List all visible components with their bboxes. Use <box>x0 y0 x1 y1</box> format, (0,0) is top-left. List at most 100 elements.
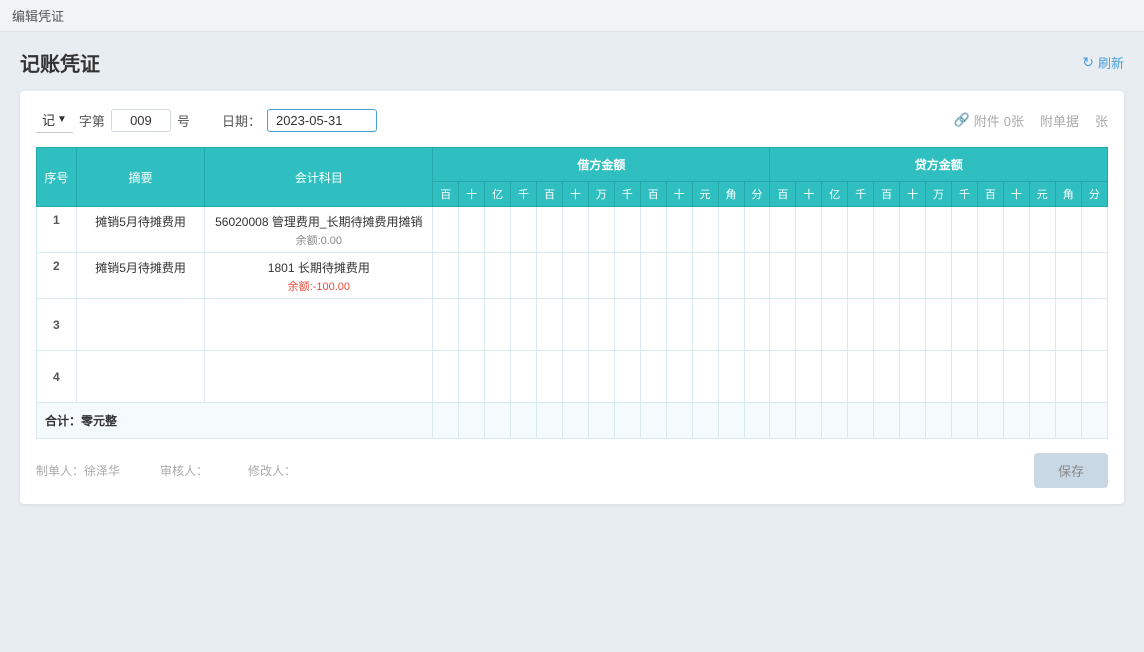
credit-d10-r1[interactable] <box>1003 207 1029 253</box>
credit-d1-r3[interactable] <box>770 299 796 351</box>
credit-d13-r4[interactable] <box>1081 351 1107 403</box>
debit-d3-r2[interactable] <box>485 253 511 299</box>
credit-d8-r3[interactable] <box>952 299 978 351</box>
debit-d7-r2[interactable] <box>588 253 614 299</box>
credit-d5-r1[interactable] <box>874 207 900 253</box>
debit-d10-r1[interactable] <box>666 207 692 253</box>
debit-d2-r1[interactable] <box>459 207 485 253</box>
credit-d8-r1[interactable] <box>952 207 978 253</box>
attach-dan-label[interactable]: 附单据 <box>1040 111 1079 130</box>
credit-d9-r2[interactable] <box>977 253 1003 299</box>
debit-d12-r4[interactable] <box>718 351 744 403</box>
row-summary-3[interactable] <box>76 299 205 351</box>
debit-d4-r4[interactable] <box>511 351 537 403</box>
credit-d7-r3[interactable] <box>926 299 952 351</box>
debit-d6-r3[interactable] <box>562 299 588 351</box>
debit-d2-r3[interactable] <box>459 299 485 351</box>
debit-d11-r2[interactable] <box>692 253 718 299</box>
credit-d7-r4[interactable] <box>926 351 952 403</box>
credit-d3-r2[interactable] <box>822 253 848 299</box>
credit-d7-r2[interactable] <box>926 253 952 299</box>
debit-d1-r4[interactable] <box>433 351 459 403</box>
debit-d7-r1[interactable] <box>588 207 614 253</box>
credit-d9-r3[interactable] <box>977 299 1003 351</box>
credit-d4-r3[interactable] <box>848 299 874 351</box>
debit-d4-r2[interactable] <box>511 253 537 299</box>
refresh-button[interactable]: ↻ 刷新 <box>1082 53 1124 72</box>
debit-d13-r4[interactable] <box>744 351 770 403</box>
credit-d8-r4[interactable] <box>952 351 978 403</box>
debit-d8-r3[interactable] <box>614 299 640 351</box>
row-summary-2[interactable]: 摊销5月待摊费用 <box>76 253 205 299</box>
debit-d2-r2[interactable] <box>459 253 485 299</box>
row-account-3[interactable] <box>205 299 433 351</box>
credit-d12-r2[interactable] <box>1055 253 1081 299</box>
credit-d13-r2[interactable] <box>1081 253 1107 299</box>
credit-d1-r1[interactable] <box>770 207 796 253</box>
debit-d1-r2[interactable] <box>433 253 459 299</box>
debit-d11-r1[interactable] <box>692 207 718 253</box>
credit-d6-r2[interactable] <box>900 253 926 299</box>
debit-d7-r3[interactable] <box>588 299 614 351</box>
debit-d3-r1[interactable] <box>485 207 511 253</box>
row-summary-4[interactable] <box>76 351 205 403</box>
credit-d12-r4[interactable] <box>1055 351 1081 403</box>
credit-d10-r3[interactable] <box>1003 299 1029 351</box>
debit-d12-r2[interactable] <box>718 253 744 299</box>
save-button[interactable]: 保存 <box>1034 453 1108 488</box>
debit-d9-r2[interactable] <box>640 253 666 299</box>
credit-d4-r2[interactable] <box>848 253 874 299</box>
credit-d3-r3[interactable] <box>822 299 848 351</box>
debit-d4-r3[interactable] <box>511 299 537 351</box>
voucher-number-input[interactable] <box>111 109 171 132</box>
debit-d11-r3[interactable] <box>692 299 718 351</box>
credit-d11-r4[interactable] <box>1029 351 1055 403</box>
credit-d5-r3[interactable] <box>874 299 900 351</box>
date-input[interactable] <box>267 109 377 132</box>
debit-d3-r4[interactable] <box>485 351 511 403</box>
credit-d3-r4[interactable] <box>822 351 848 403</box>
credit-d6-r4[interactable] <box>900 351 926 403</box>
debit-d13-r1[interactable] <box>744 207 770 253</box>
debit-d6-r4[interactable] <box>562 351 588 403</box>
credit-d2-r3[interactable] <box>796 299 822 351</box>
row-account-4[interactable] <box>205 351 433 403</box>
debit-d6-r1[interactable] <box>562 207 588 253</box>
credit-d12-r1[interactable] <box>1055 207 1081 253</box>
debit-d5-r1[interactable] <box>537 207 563 253</box>
credit-d6-r3[interactable] <box>900 299 926 351</box>
debit-d8-r1[interactable] <box>614 207 640 253</box>
debit-d6-r2[interactable] <box>562 253 588 299</box>
credit-d6-r1[interactable] <box>900 207 926 253</box>
debit-d9-r4[interactable] <box>640 351 666 403</box>
debit-d8-r4[interactable] <box>614 351 640 403</box>
credit-d9-r1[interactable] <box>977 207 1003 253</box>
debit-d12-r1[interactable] <box>718 207 744 253</box>
debit-d9-r3[interactable] <box>640 299 666 351</box>
credit-d13-r3[interactable] <box>1081 299 1107 351</box>
credit-d12-r3[interactable] <box>1055 299 1081 351</box>
credit-d13-r1[interactable] <box>1081 207 1107 253</box>
debit-d9-r1[interactable] <box>640 207 666 253</box>
debit-d3-r3[interactable] <box>485 299 511 351</box>
debit-d13-r3[interactable] <box>744 299 770 351</box>
debit-d12-r3[interactable] <box>718 299 744 351</box>
credit-d2-r4[interactable] <box>796 351 822 403</box>
debit-d10-r2[interactable] <box>666 253 692 299</box>
credit-d4-r1[interactable] <box>848 207 874 253</box>
debit-d7-r4[interactable] <box>588 351 614 403</box>
credit-d8-r2[interactable] <box>952 253 978 299</box>
row-account-2[interactable]: 1801 长期待摊费用 余额:-100.00 <box>205 253 433 299</box>
debit-d2-r4[interactable] <box>459 351 485 403</box>
credit-d3-r1[interactable] <box>822 207 848 253</box>
credit-d1-r4[interactable] <box>770 351 796 403</box>
row-account-1[interactable]: 56020008 管理费用_长期待摊费用摊销 余额:0.00 <box>205 207 433 253</box>
credit-d11-r2[interactable] <box>1029 253 1055 299</box>
credit-d1-r2[interactable] <box>770 253 796 299</box>
credit-d10-r2[interactable] <box>1003 253 1029 299</box>
debit-d8-r2[interactable] <box>614 253 640 299</box>
credit-d9-r4[interactable] <box>977 351 1003 403</box>
credit-d11-r3[interactable] <box>1029 299 1055 351</box>
debit-d11-r4[interactable] <box>692 351 718 403</box>
row-summary-1[interactable]: 摊销5月待摊费用 <box>76 207 205 253</box>
